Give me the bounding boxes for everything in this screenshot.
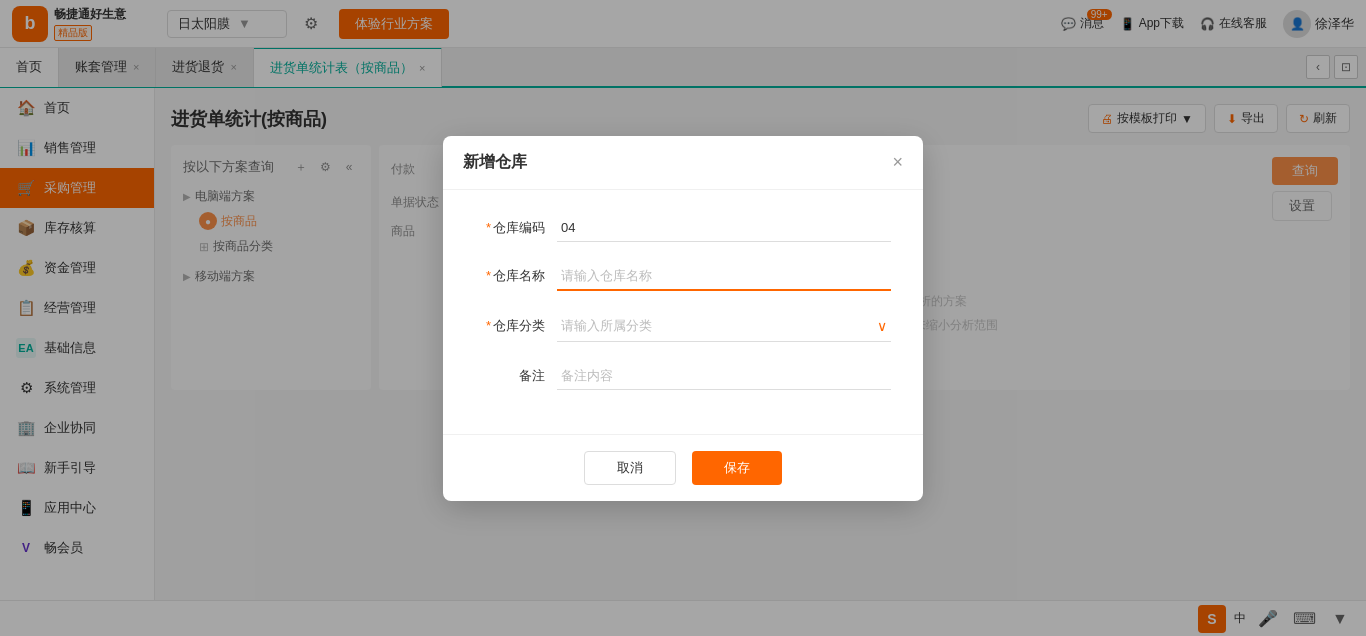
modal-header: 新增仓库 × [443, 136, 923, 190]
cancel-button[interactable]: 取消 [584, 451, 676, 485]
form-row-code: *仓库编码 [475, 214, 891, 242]
required-star-code: * [486, 220, 491, 235]
form-label-remark: 备注 [475, 367, 545, 385]
modal-footer: 取消 保存 [443, 434, 923, 501]
warehouse-name-input[interactable] [557, 262, 891, 291]
form-row-name: *仓库名称 [475, 262, 891, 291]
form-row-category: *仓库分类 请输入所属分类 ∨ [475, 311, 891, 342]
warehouse-remark-input[interactable] [557, 362, 891, 390]
modal-overlay: 新增仓库 × *仓库编码 *仓库名称 *仓库分类 [0, 0, 1366, 636]
modal-body: *仓库编码 *仓库名称 *仓库分类 请输入所属分类 ∨ [443, 190, 923, 434]
modal-title: 新增仓库 [463, 152, 527, 173]
save-button[interactable]: 保存 [692, 451, 782, 485]
modal-add-warehouse: 新增仓库 × *仓库编码 *仓库名称 *仓库分类 [443, 136, 923, 501]
warehouse-category-select[interactable]: 请输入所属分类 ∨ [557, 311, 891, 342]
warehouse-code-input[interactable] [557, 214, 891, 242]
category-dropdown-arrow: ∨ [877, 318, 887, 334]
modal-close-btn[interactable]: × [892, 153, 903, 171]
form-label-name: *仓库名称 [475, 267, 545, 285]
form-label-code: *仓库编码 [475, 219, 545, 237]
form-label-category: *仓库分类 [475, 317, 545, 335]
required-star-category: * [486, 318, 491, 333]
category-placeholder: 请输入所属分类 [561, 317, 877, 335]
required-star-name: * [486, 268, 491, 283]
form-row-remark: 备注 [475, 362, 891, 390]
